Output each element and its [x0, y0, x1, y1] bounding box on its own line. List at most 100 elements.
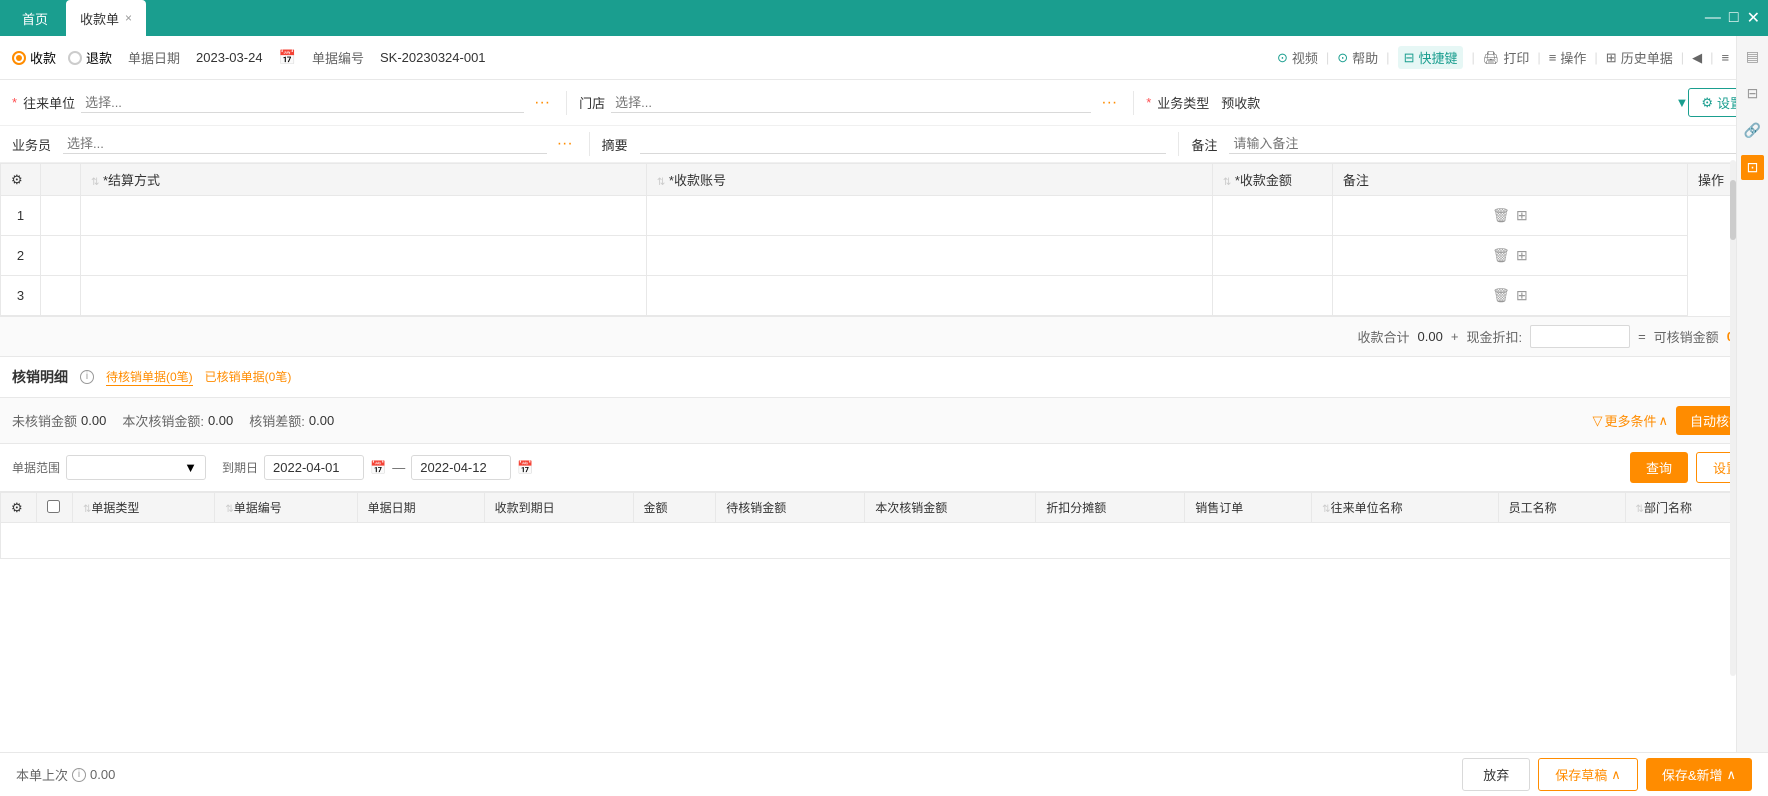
tab-home[interactable]: 首页 — [8, 0, 62, 36]
nav-left-btn[interactable]: ◀ — [1692, 50, 1702, 66]
date-label: 单据日期 — [128, 48, 180, 67]
this-time-item: 本次核销金额: 0.00 — [122, 411, 233, 430]
td-amount-3[interactable] — [646, 276, 1212, 316]
staff-more-icon[interactable]: ··· — [553, 135, 577, 153]
form-row-2: 业务员 ··· 摘要 备注 — [0, 126, 1768, 163]
note-field: 备注 — [1191, 134, 1756, 154]
vth-settings[interactable]: ⚙ — [1, 493, 37, 523]
sort-vn-icon: ⇅ — [225, 504, 233, 515]
shop-input[interactable] — [611, 93, 1091, 113]
summary-input[interactable] — [640, 134, 1167, 154]
td-note-1[interactable] — [1212, 196, 1332, 236]
delete-row-3-btn[interactable]: 🗑 — [1492, 287, 1510, 304]
delete-row-1-btn[interactable]: 🗑 — [1492, 207, 1510, 224]
note-input[interactable] — [1229, 134, 1756, 154]
th-settings[interactable]: ⚙ — [1, 164, 41, 196]
td-note-2[interactable] — [1212, 236, 1332, 276]
query-button[interactable]: 查询 — [1630, 452, 1688, 483]
sort-vt-icon: ⇅ — [83, 504, 91, 515]
td-note-3[interactable] — [1212, 276, 1332, 316]
td-amount-1[interactable] — [646, 196, 1212, 236]
operate-icon: ≡ — [1549, 50, 1557, 65]
list-view-icon[interactable]: ≡ — [1722, 50, 1730, 65]
partner-label: 往来单位 — [23, 93, 75, 112]
shortcut-btn[interactable]: ⊟ 快捷键 — [1398, 46, 1464, 69]
th-amount: ⇅ *收款金额 — [1212, 164, 1332, 196]
save-draft-button[interactable]: 保存草稿 ∧ — [1538, 758, 1638, 791]
shop-more-icon[interactable]: ··· — [1097, 94, 1121, 112]
partner-more-icon[interactable]: ··· — [530, 94, 554, 112]
vth-doc-date: 单据日期 — [357, 493, 484, 523]
summary-label: 摘要 — [602, 135, 628, 154]
total-label: 收款合计 — [1358, 327, 1410, 346]
radio-receipt[interactable]: 收款 — [12, 48, 56, 67]
window-minimize-btn[interactable]: — — [1705, 9, 1721, 27]
calendar-to-icon[interactable]: 📅 — [517, 460, 533, 476]
abandon-button[interactable]: 放弃 — [1462, 758, 1530, 791]
done-tab[interactable]: 已核销单据(0笔) — [205, 368, 292, 386]
vth-partner-name: ⇅往来单位名称 — [1312, 493, 1498, 523]
sidebar-link-icon[interactable]: 🔗 — [1740, 118, 1765, 143]
td-settle-method-1[interactable] — [41, 196, 81, 236]
verification-info-icon[interactable]: i — [80, 370, 94, 384]
td-row-num-3: 3 — [1, 276, 41, 316]
copy-row-2-btn[interactable]: ⊞ — [1516, 247, 1528, 264]
summary-row: 收款合计 0.00 + 现金折扣: = 可核销金额 0.00 — [0, 317, 1768, 357]
operate-btn[interactable]: ≡ 操作 — [1549, 48, 1587, 67]
pending-tab[interactable]: 待核销单据(0笔) — [106, 368, 193, 386]
td-receipt-account-1[interactable] — [81, 196, 647, 236]
copy-row-1-btn[interactable]: ⊞ — [1516, 207, 1528, 224]
sidebar-table-icon[interactable]: ▤ — [1742, 44, 1763, 69]
due-date-from-input[interactable] — [264, 455, 364, 480]
unverified-item: 未核销金额 0.00 — [12, 411, 106, 430]
vth-checkbox[interactable] — [37, 493, 73, 523]
td-amount-2[interactable] — [646, 236, 1212, 276]
vth-pending: 待核销金额 — [716, 493, 865, 523]
window-close-btn[interactable]: ✕ — [1747, 8, 1760, 28]
vth-staff-name: 员工名称 — [1498, 493, 1625, 523]
right-sidebar: ▤ ⊟ 🔗 ⊡ — [1736, 36, 1768, 752]
copy-row-3-btn[interactable]: ⊞ — [1516, 287, 1528, 304]
vth-doc-num: ⇅单据编号 — [215, 493, 357, 523]
scrollbar-thumb[interactable] — [1730, 180, 1736, 240]
settings-gear-icon: ⚙ — [1701, 95, 1713, 111]
delete-row-2-btn[interactable]: 🗑 — [1492, 247, 1510, 264]
sidebar-list-icon[interactable]: ⊟ — [1743, 81, 1763, 106]
save-new-button[interactable]: 保存&新增 ∧ — [1646, 758, 1752, 791]
available-label: 可核销金额 — [1654, 327, 1719, 346]
window-maximize-btn[interactable]: □ — [1729, 9, 1739, 27]
footer-label: 本单上次 — [16, 765, 68, 784]
td-settle-method-3[interactable] — [41, 276, 81, 316]
receipt-type-radio: 收款 退款 — [12, 48, 112, 67]
td-settle-method-2[interactable] — [41, 236, 81, 276]
range-label: 单据范围 — [12, 459, 60, 476]
due-date-to-input[interactable] — [411, 455, 511, 480]
unverified-label: 未核销金额 — [12, 411, 77, 430]
video-btn[interactable]: ⊙ 视频 — [1277, 48, 1318, 67]
tab-active[interactable]: 收款单 × — [66, 0, 146, 36]
help-btn[interactable]: ⊙ 帮助 — [1337, 48, 1378, 67]
td-receipt-account-3[interactable] — [81, 276, 647, 316]
partner-input[interactable] — [81, 93, 524, 113]
radio-refund[interactable]: 退款 — [68, 48, 112, 67]
td-receipt-account-2[interactable] — [81, 236, 647, 276]
th-settle-method: ⇅ *结算方式 — [81, 164, 647, 196]
discount-input[interactable] — [1530, 325, 1630, 348]
select-all-checkbox[interactable] — [47, 500, 60, 513]
sidebar-expand-icon[interactable]: ⊡ — [1741, 155, 1765, 180]
tab-close-icon[interactable]: × — [125, 11, 132, 25]
calendar-from-icon[interactable]: 📅 — [370, 460, 386, 476]
calendar-icon[interactable]: 📅 — [279, 49, 296, 66]
receipt-table: ⚙ ⇅ *结算方式 ⇅ *收款账号 ⇅ *收款金额 备注 操作 — [0, 163, 1768, 316]
more-conditions-btn[interactable]: ▽ 更多条件 ∧ — [1592, 411, 1668, 430]
history-btn[interactable]: ⊞ 历史单据 — [1606, 48, 1673, 67]
number-label: 单据编号 — [312, 48, 364, 67]
date-filter: 到期日 📅 — 📅 — [222, 455, 533, 480]
help-icon: ⊙ — [1337, 50, 1348, 66]
biz-type-dropdown-icon[interactable]: ▼ — [1675, 95, 1688, 110]
save-draft-label: 保存草稿 — [1555, 765, 1607, 784]
staff-input[interactable] — [63, 134, 547, 154]
range-select[interactable]: ▼ — [66, 455, 206, 480]
footer-info-icon[interactable]: i — [72, 768, 86, 782]
print-btn[interactable]: 🖨 打印 — [1483, 48, 1530, 67]
